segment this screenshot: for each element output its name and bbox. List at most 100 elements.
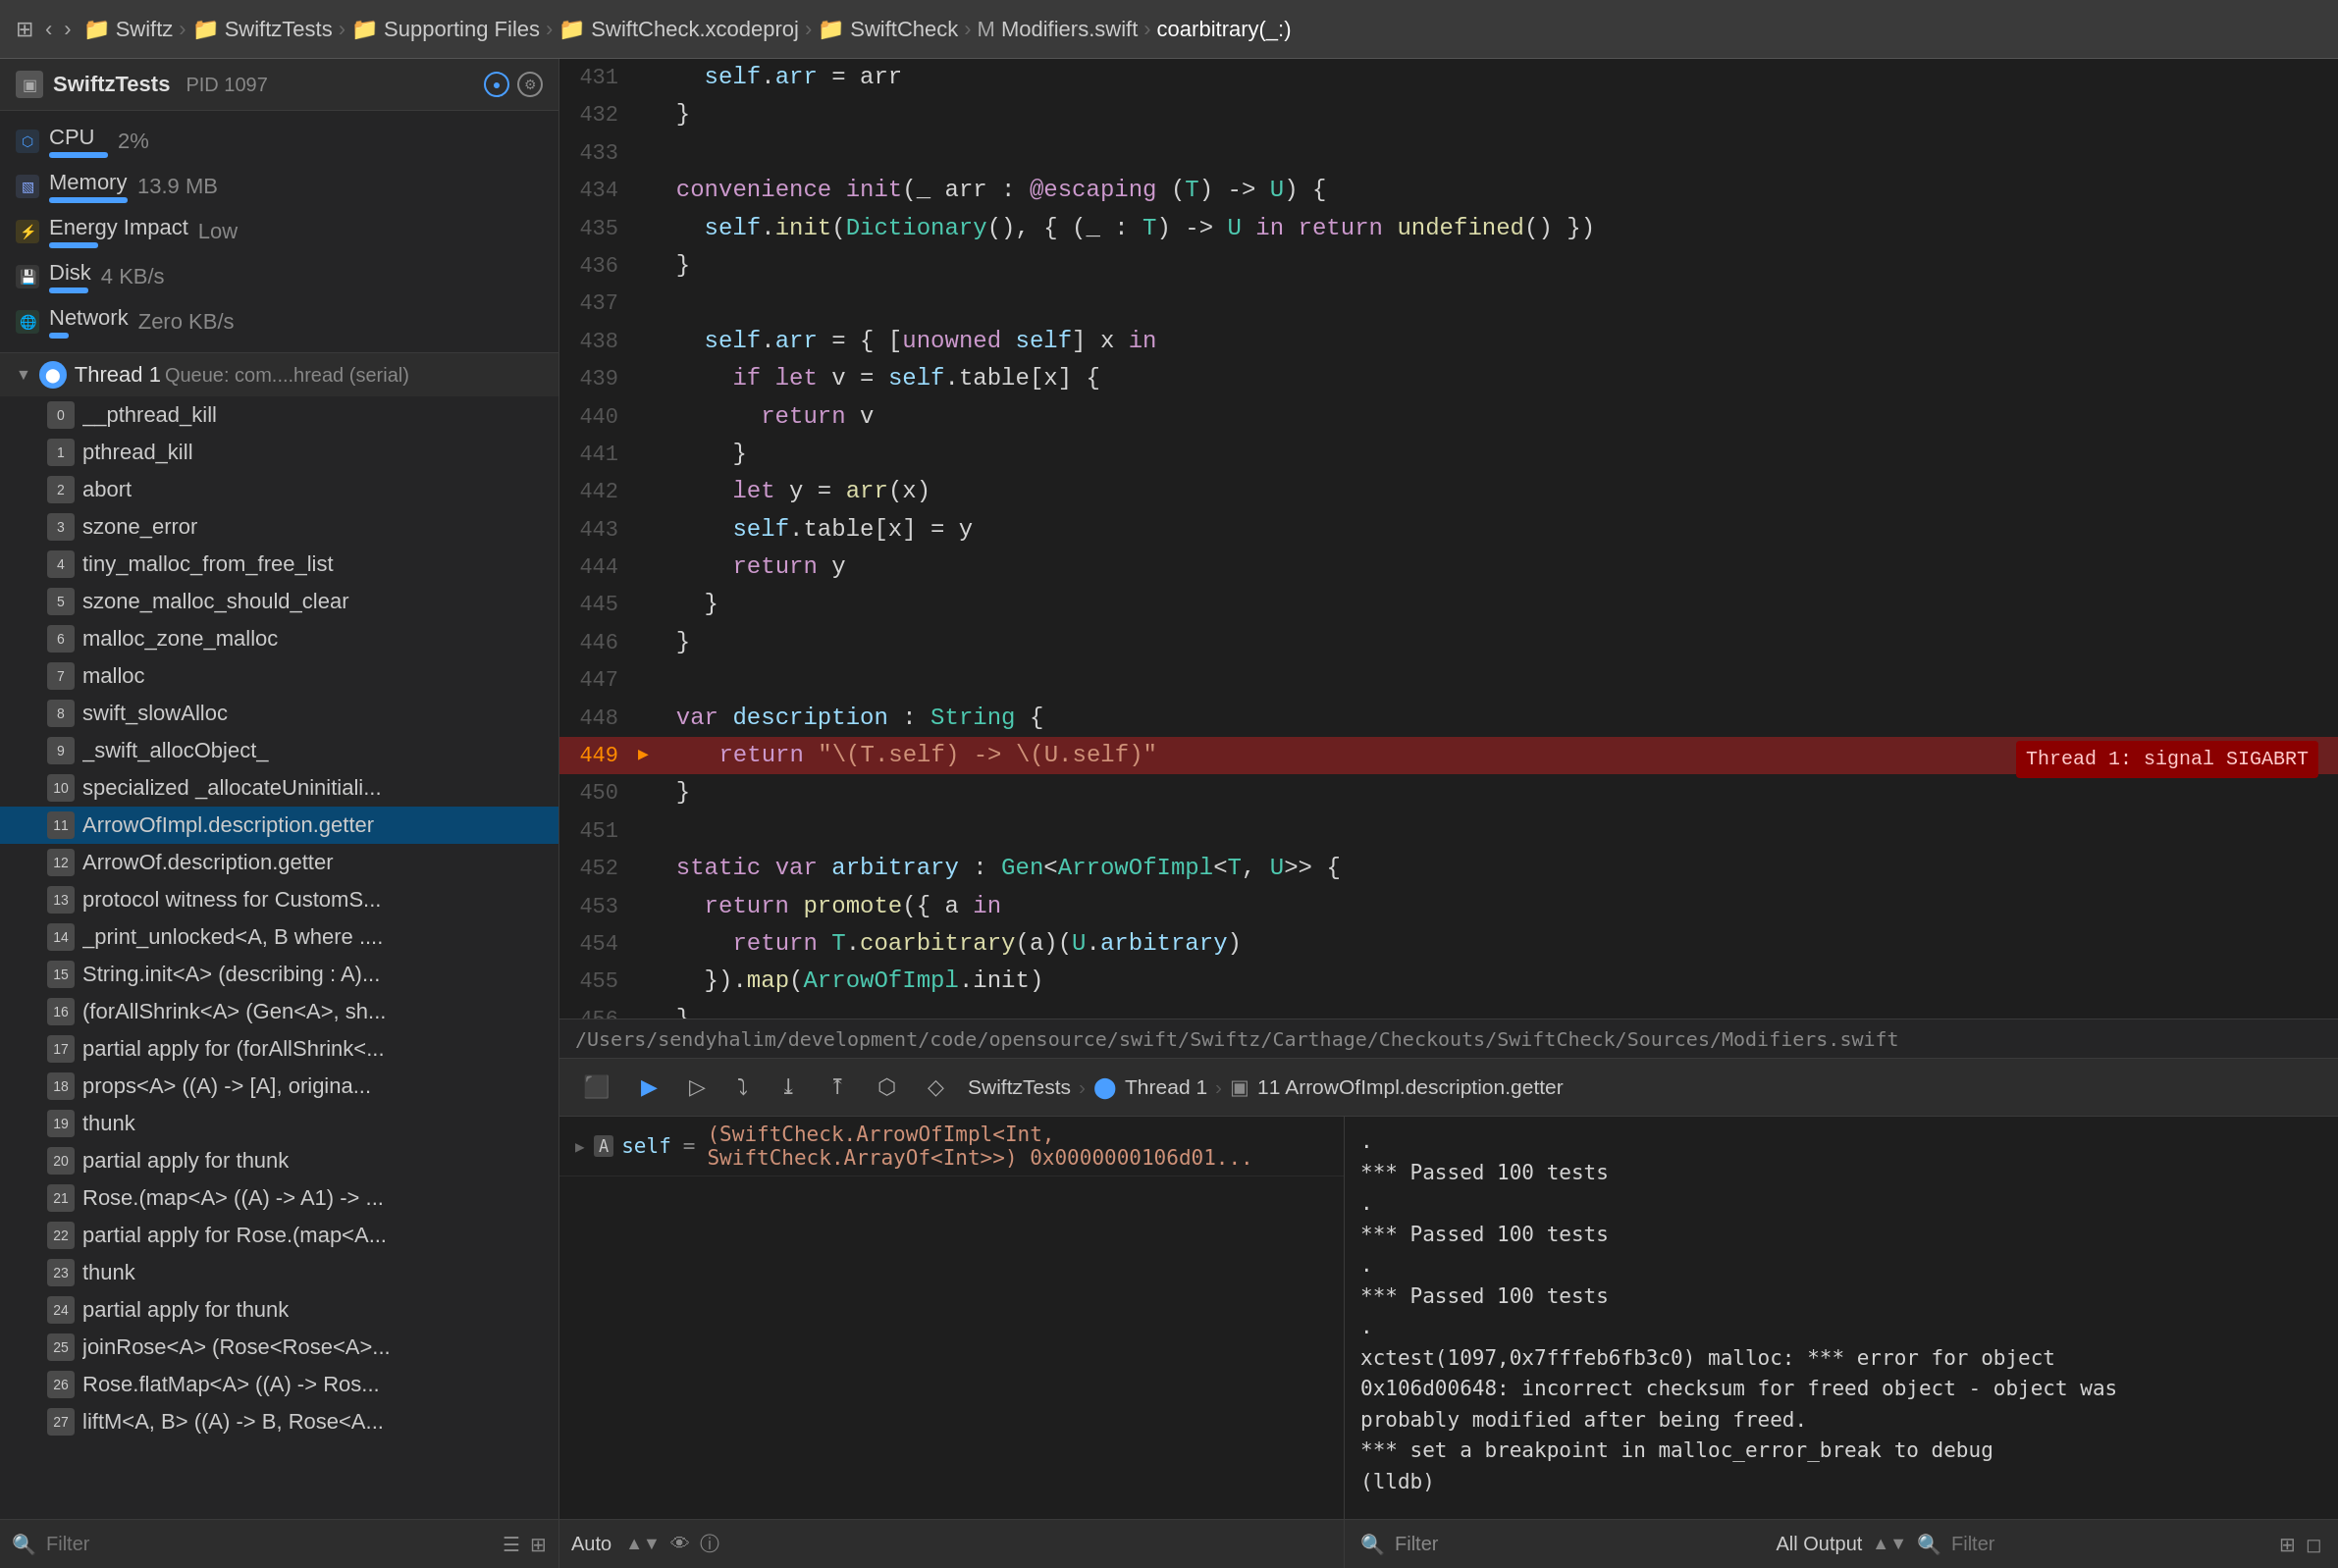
stack-item-0[interactable]: 0 __pthread_kill <box>0 396 558 434</box>
back-button[interactable]: ‹ <box>45 17 52 42</box>
stack-item-8[interactable]: 8 swift_slowAlloc <box>0 695 558 732</box>
top-toolbar: ⊞ ‹ › 📁 Swiftz › 📁 SwiftzTests › 📁 Suppo… <box>0 0 2338 59</box>
stack-item-5[interactable]: 5 szone_malloc_should_clear <box>0 583 558 620</box>
stack-item-15[interactable]: 15 String.init<A> (describing : A)... <box>0 956 558 993</box>
output-select-label[interactable]: All Output <box>1777 1533 1863 1555</box>
code-line-453: 453 return promote({ a in <box>559 888 2338 925</box>
debug-breakpoint-btn[interactable]: ⬛ <box>575 1071 617 1104</box>
eye-icon[interactable]: 👁 <box>670 1533 690 1555</box>
stack-item-19[interactable]: 19 thunk <box>0 1105 558 1142</box>
stack-num-13: 13 <box>47 886 75 914</box>
debug-continue-btn[interactable]: ▶ <box>633 1071 665 1104</box>
stack-item-24[interactable]: 24 partial apply for thunk <box>0 1291 558 1329</box>
code-line-437: 437 <box>559 285 2338 322</box>
stack-item-14[interactable]: 14 _print_unlocked<A, B where .... <box>0 918 558 956</box>
breadcrumb-swiftz[interactable]: 📁 <box>83 17 110 42</box>
code-line-441: 441 } <box>559 436 2338 473</box>
resource-disk[interactable]: 💾 Disk 4 KB/s <box>0 254 558 299</box>
var-type-badge-self: A <box>594 1135 613 1157</box>
breadcrumb-swiftz-label[interactable]: Swiftz <box>116 17 174 42</box>
breadcrumb-swiftcheck-label[interactable]: SwiftCheck <box>850 17 958 42</box>
breadcrumb-file-label[interactable]: Modifiers.swift <box>1001 17 1138 42</box>
stack-item-1[interactable]: 1 pthread_kill <box>0 434 558 471</box>
badge-settings[interactable]: ⚙ <box>517 72 543 97</box>
badge-record[interactable]: ● <box>484 72 509 97</box>
stack-num-3: 3 <box>47 513 75 541</box>
stack-item-10[interactable]: 10 specialized _allocateUninitiali... <box>0 769 558 807</box>
resource-cpu[interactable]: ⬡ CPU 2% <box>0 119 558 164</box>
stack-item-22[interactable]: 22 partial apply for Rose.(map<A... <box>0 1217 558 1254</box>
debug-thread-btn[interactable]: ⬡ <box>870 1071 904 1104</box>
stack-item-3[interactable]: 3 szone_error <box>0 508 558 546</box>
debug-play-btn[interactable]: ▷ <box>681 1071 714 1104</box>
stack-item-2[interactable]: 2 abort <box>0 471 558 508</box>
stack-item-16[interactable]: 16 (forAllShrink<A> (Gen<A>, sh... <box>0 993 558 1030</box>
stack-item-7[interactable]: 7 malloc <box>0 657 558 695</box>
stack-num-23: 23 <box>47 1259 75 1286</box>
var-row-self[interactable]: ▶ A self = (SwiftCheck.ArrowOfImpl<Int, … <box>559 1117 1344 1176</box>
code-line-431: 431 self.arr = arr <box>559 59 2338 96</box>
stack-item-23[interactable]: 23 thunk <box>0 1254 558 1291</box>
filter-console-icon: 🔍 <box>1360 1533 1385 1556</box>
breadcrumb-supporting-label[interactable]: Supporting Files <box>384 17 540 42</box>
stack-item-17[interactable]: 17 partial apply for (forAllShrink<... <box>0 1030 558 1068</box>
stack-item-20[interactable]: 20 partial apply for thunk <box>0 1142 558 1179</box>
toolbar-icon-grid[interactable]: ⊞ <box>16 17 33 42</box>
output-chevron[interactable]: ▲▼ <box>1872 1534 1907 1554</box>
file-path-bar: /Users/sendyhalim/development/code/opens… <box>559 1019 2338 1058</box>
stack-item-11[interactable]: 11 ArrowOfImpl.description.getter <box>0 807 558 844</box>
stack-num-18: 18 <box>47 1072 75 1100</box>
stack-item-13[interactable]: 13 protocol witness for CustomS... <box>0 881 558 918</box>
expand-icon[interactable]: ⊞ <box>2279 1533 2296 1556</box>
resource-energy[interactable]: ⚡ Energy Impact Low <box>0 209 558 254</box>
stack-item-26[interactable]: 26 Rose.flatMap<A> ((A) -> Ros... <box>0 1366 558 1403</box>
resource-memory[interactable]: ▧ Memory 13.9 MB <box>0 164 558 209</box>
collapse-icon[interactable]: ◻ <box>2306 1533 2322 1556</box>
forward-button[interactable]: › <box>64 17 71 42</box>
breadcrumb-method-label[interactable]: coarbitrary(_:) <box>1157 17 1292 42</box>
debug-step-over-btn[interactable]: ⤵ <box>729 1071 756 1104</box>
var-disclosure-self[interactable]: ▶ <box>575 1137 586 1156</box>
info-icon[interactable]: ⓘ <box>700 1531 719 1557</box>
debug-bc-project[interactable]: SwiftzTests <box>968 1075 1071 1099</box>
stack-item-9[interactable]: 9 _swift_allocObject_ <box>0 732 558 769</box>
energy-value: Low <box>198 219 238 244</box>
debug-step-into-btn[interactable]: ⤓ <box>771 1071 805 1104</box>
thread-1-header[interactable]: ▼ ⬤ Thread 1 Queue: com....hread (serial… <box>0 353 558 396</box>
stack-item-18[interactable]: 18 props<A> ((A) -> [A], origina... <box>0 1068 558 1105</box>
stack-num-19: 19 <box>47 1110 75 1137</box>
filter-console-input[interactable] <box>1951 1533 2269 1555</box>
stack-num-1: 1 <box>47 439 75 466</box>
stack-item-4[interactable]: 4 tiny_malloc_from_free_list <box>0 546 558 583</box>
breadcrumb-swiftztests-icon: 📁 <box>192 17 219 42</box>
code-line-454: 454 return T.coarbitrary(a)(U.arbitrary) <box>559 925 2338 963</box>
debug-bc-thread[interactable]: Thread 1 <box>1125 1075 1207 1099</box>
debug-location-btn[interactable]: ◇ <box>920 1071 952 1104</box>
debug-bc-frame[interactable]: 11 ArrowOfImpl.description.getter <box>1257 1075 1564 1099</box>
left-panel: ▣ SwiftzTests PID 1097 ● ⚙ ⬡ CPU 2% ▧ M <box>0 59 559 1568</box>
disk-label: Disk <box>49 260 91 293</box>
grid-view-icon[interactable]: ⊞ <box>530 1533 547 1556</box>
debug-breadcrumb: SwiftzTests › ⬤ Thread 1 › ▣ 11 ArrowOfI… <box>968 1075 2322 1099</box>
stack-item-27[interactable]: 27 liftM<A, B> ((A) -> B, Rose<A... <box>0 1403 558 1440</box>
breadcrumb-supporting-icon: 📁 <box>351 17 378 42</box>
filter-left-input[interactable] <box>46 1533 493 1555</box>
stack-item-12[interactable]: 12 ArrowOf.description.getter <box>0 844 558 881</box>
console-panel: . *** Passed 100 tests . *** Passed 100 … <box>1345 1117 2338 1568</box>
stack-item-6[interactable]: 6 malloc_zone_malloc <box>0 620 558 657</box>
stack-num-24: 24 <box>47 1296 75 1324</box>
code-line-452: 452 static var arbitrary : Gen<ArrowOfIm… <box>559 850 2338 887</box>
debug-step-out-btn[interactable]: ⤒ <box>821 1071 854 1104</box>
stack-item-21[interactable]: 21 Rose.(map<A> ((A) -> A1) -> ... <box>0 1179 558 1217</box>
breadcrumb-xcodeproj-label[interactable]: SwiftCheck.xcodeproj <box>591 17 799 42</box>
resource-network[interactable]: 🌐 Network Zero KB/s <box>0 299 558 344</box>
stack-num-8: 8 <box>47 700 75 727</box>
code-line-455: 455 }).map(ArrowOfImpl.init) <box>559 963 2338 1000</box>
memory-label: Memory <box>49 170 128 203</box>
cpu-label: CPU <box>49 125 108 158</box>
signal-badge: Thread 1: signal SIGABRT <box>2016 741 2318 778</box>
auto-chevron[interactable]: ▲▼ <box>625 1534 661 1554</box>
list-view-icon[interactable]: ☰ <box>503 1533 520 1556</box>
breadcrumb-swiftztests-label[interactable]: SwiftzTests <box>225 17 333 42</box>
stack-item-25[interactable]: 25 joinRose<A> (Rose<Rose<A>... <box>0 1329 558 1366</box>
